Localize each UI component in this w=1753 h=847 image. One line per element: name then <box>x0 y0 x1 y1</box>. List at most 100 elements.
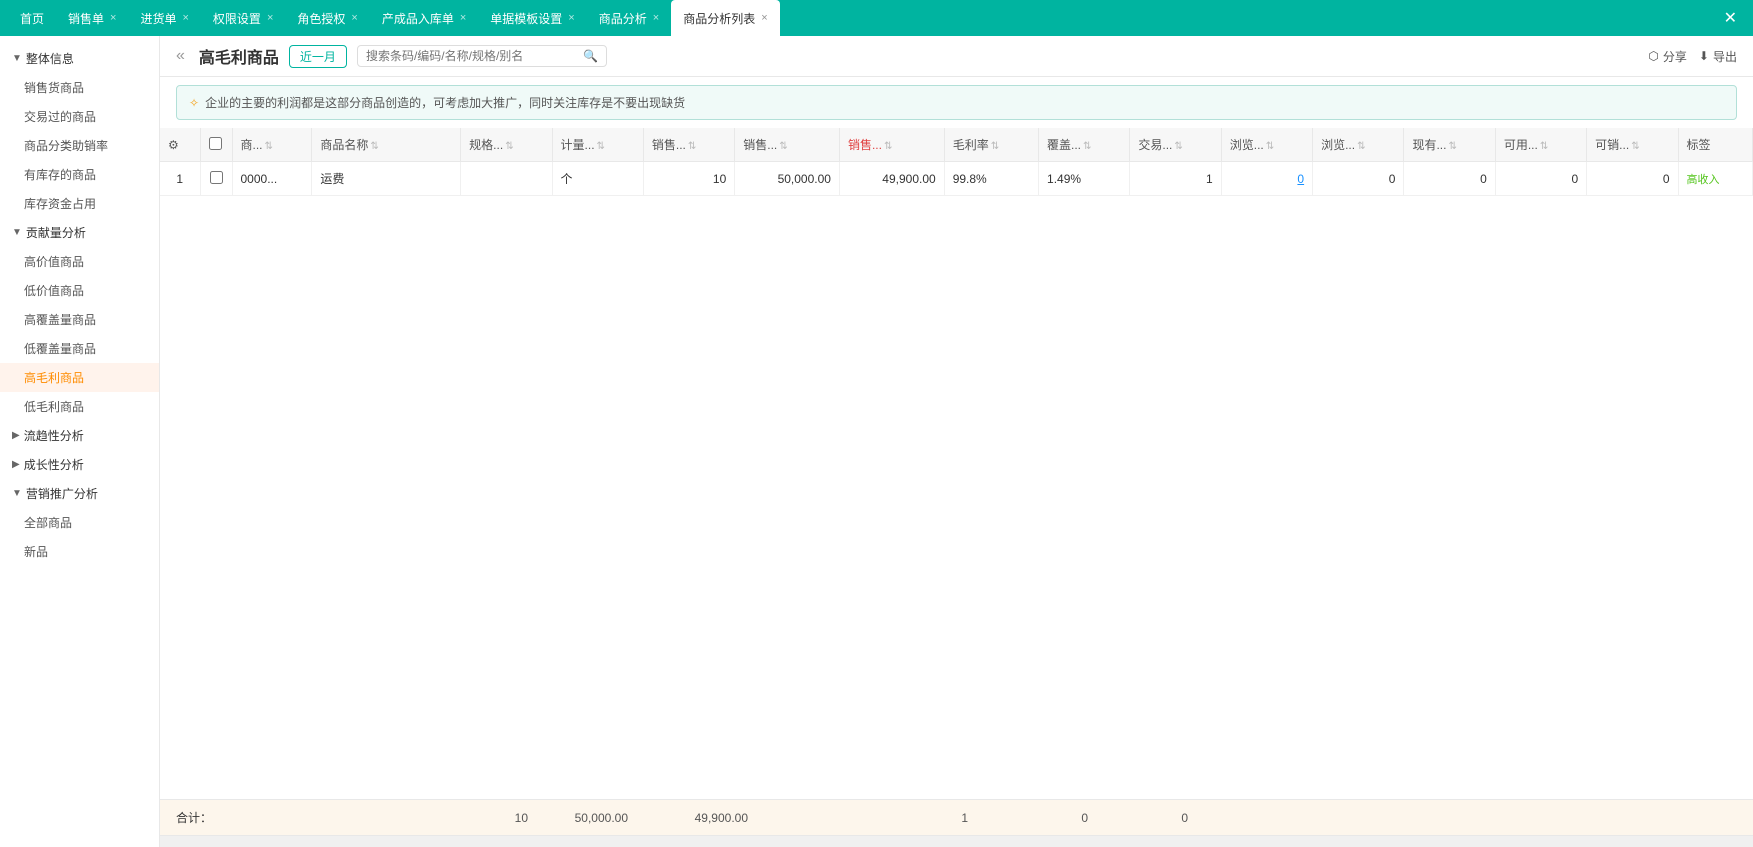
collapse-sidebar-button[interactable]: « <box>176 47 185 65</box>
sort-profit-icon[interactable]: ⇅ <box>884 141 892 152</box>
sidebar-item-category-rate[interactable]: 商品分类助销率 <box>0 131 159 160</box>
sidebar-group-contribution[interactable]: ▼ 贡献量分析 <box>0 218 159 247</box>
sort-tx-icon[interactable]: ⇅ <box>1174 141 1182 152</box>
sidebar-item-stocked-goods[interactable]: 有库存的商品 <box>0 160 159 189</box>
sort-views2-icon[interactable]: ⇅ <box>1357 141 1365 152</box>
cell-gross-margin: 99.8% <box>944 162 1038 196</box>
sidebar-item-low-coverage[interactable]: 低覆盖量商品 <box>0 334 159 363</box>
tab-inbound-close[interactable]: × <box>460 12 466 24</box>
table-wrapper[interactable]: ⚙ 商...⇅ 商品名称⇅ 规格...⇅ 计量...⇅ 销售...⇅ 销售...… <box>160 128 1753 799</box>
col-views2[interactable]: 浏览...⇅ <box>1313 128 1404 162</box>
sidebar-item-traded-goods[interactable]: 交易过的商品 <box>0 102 159 131</box>
sort-spec-icon[interactable]: ⇅ <box>505 141 513 152</box>
tab-purchase[interactable]: 进货单 × <box>128 0 200 36</box>
col-unit[interactable]: 计量...⇅ <box>552 128 643 162</box>
sort-views1-icon[interactable]: ⇅ <box>1266 141 1274 152</box>
col-views1[interactable]: 浏览...⇅ <box>1221 128 1312 162</box>
arrow-overall-icon: ▼ <box>12 53 22 64</box>
search-input[interactable] <box>366 49 583 63</box>
sidebar-group-trend[interactable]: ▶ 流趋性分析 <box>0 421 159 450</box>
export-button[interactable]: ⬇ 导出 <box>1699 48 1737 65</box>
tab-template-close[interactable]: × <box>568 12 574 24</box>
footer-available: 0 <box>1096 811 1196 825</box>
tab-sales[interactable]: 销售单 × <box>56 0 128 36</box>
sidebar-group-overall-label: 整体信息 <box>26 50 74 67</box>
tab-home-label: 首页 <box>20 10 44 27</box>
col-saleable[interactable]: 可销...⇅ <box>1587 128 1678 162</box>
cell-views1[interactable]: 0 <box>1221 162 1312 196</box>
top-navigation: 首页 销售单 × 进货单 × 权限设置 × 角色授权 × 产成品入库单 × 单据… <box>0 0 1753 36</box>
sort-code-icon[interactable]: ⇅ <box>265 141 273 152</box>
sidebar-item-high-value[interactable]: 高价值商品 <box>0 247 159 276</box>
share-label: 分享 <box>1663 48 1687 65</box>
sort-saleable-icon[interactable]: ⇅ <box>1631 141 1639 152</box>
header-actions: ⬡ 分享 ⬇ 导出 <box>1648 48 1737 65</box>
tab-role-label: 角色授权 <box>297 10 345 27</box>
tab-permission-close[interactable]: × <box>267 12 273 24</box>
sort-name-icon[interactable]: ⇅ <box>370 141 378 152</box>
tab-analysis-list[interactable]: 商品分析列表 × <box>671 0 779 36</box>
col-spec[interactable]: 规格...⇅ <box>461 128 552 162</box>
tab-purchase-close[interactable]: × <box>182 12 188 24</box>
sidebar-item-high-coverage[interactable]: 高覆盖量商品 <box>0 305 159 334</box>
tab-home[interactable]: 首页 <box>8 0 56 36</box>
cell-sales-qty: 10 <box>643 162 734 196</box>
export-icon: ⬇ <box>1699 49 1709 63</box>
cell-coverage: 1.49% <box>1039 162 1130 196</box>
sidebar-item-low-value[interactable]: 低价值商品 <box>0 276 159 305</box>
row-checkbox[interactable] <box>210 171 223 184</box>
sidebar-item-stock-fund[interactable]: 库存资金占用 <box>0 189 159 218</box>
sort-salesqty-icon[interactable]: ⇅ <box>688 141 696 152</box>
cell-checkbox <box>200 162 232 196</box>
col-sales-profit[interactable]: 销售...⇅ <box>839 128 944 162</box>
sidebar-group-marketing[interactable]: ▼ 营销推广分析 <box>0 479 159 508</box>
sort-salesamt-icon[interactable]: ⇅ <box>779 141 787 152</box>
col-current[interactable]: 现有...⇅ <box>1404 128 1495 162</box>
filter-period-button[interactable]: 近一月 <box>289 45 347 68</box>
tab-analysis[interactable]: 商品分析 × <box>587 0 671 36</box>
select-all-checkbox[interactable] <box>209 137 222 150</box>
col-available[interactable]: 可用...⇅ <box>1495 128 1586 162</box>
sidebar-item-new-goods[interactable]: 新品 <box>0 537 159 566</box>
tab-inbound[interactable]: 产成品入库单 × <box>370 0 478 36</box>
tab-template[interactable]: 单据模板设置 × <box>478 0 586 36</box>
sort-unit-icon[interactable]: ⇅ <box>597 141 605 152</box>
content-header: « 高毛利商品 近一月 🔍 ⬡ 分享 ⬇ 导出 <box>160 36 1753 77</box>
search-icon[interactable]: 🔍 <box>583 49 598 63</box>
tab-role-close[interactable]: × <box>351 12 357 24</box>
horizontal-scrollbar[interactable] <box>160 835 1753 847</box>
sidebar-group-growth-label: 成长性分析 <box>24 456 84 473</box>
tab-role[interactable]: 角色授权 × <box>285 0 369 36</box>
close-all-button[interactable]: ✕ <box>1716 8 1745 28</box>
sidebar-item-low-margin[interactable]: 低毛利商品 <box>0 392 159 421</box>
sort-margin-icon[interactable]: ⇅ <box>991 141 999 152</box>
arrow-marketing-icon: ▼ <box>12 488 22 499</box>
table-row[interactable]: 1 0000... 运费 个 10 50,000.00 49,900.00 99… <box>160 162 1753 196</box>
sort-available-icon[interactable]: ⇅ <box>1540 141 1548 152</box>
footer-sales-profit: 49,900.00 <box>636 811 756 825</box>
tab-analysis-list-close[interactable]: × <box>761 12 767 24</box>
sort-current-icon[interactable]: ⇅ <box>1448 141 1456 152</box>
col-name[interactable]: 商品名称⇅ <box>312 128 461 162</box>
tab-permission[interactable]: 权限设置 × <box>201 0 285 36</box>
sidebar-item-high-margin[interactable]: 高毛利商品 <box>0 363 159 392</box>
col-gross-margin[interactable]: 毛利率⇅ <box>944 128 1038 162</box>
tab-analysis-close[interactable]: × <box>653 12 659 24</box>
tab-sales-close[interactable]: × <box>110 12 116 24</box>
col-code[interactable]: 商...⇅ <box>232 128 312 162</box>
sidebar-group-overall[interactable]: ▼ 整体信息 <box>0 44 159 73</box>
sidebar-group-growth[interactable]: ▶ 成长性分析 <box>0 450 159 479</box>
col-transactions[interactable]: 交易...⇅ <box>1130 128 1221 162</box>
col-coverage[interactable]: 覆盖...⇅ <box>1039 128 1130 162</box>
sidebar-group-marketing-label: 营销推广分析 <box>26 485 98 502</box>
col-settings[interactable]: ⚙ <box>160 128 200 162</box>
col-sales-qty[interactable]: 销售...⇅ <box>643 128 734 162</box>
col-sales-amount[interactable]: 销售...⇅ <box>735 128 840 162</box>
share-button[interactable]: ⬡ 分享 <box>1648 48 1687 65</box>
cell-transactions: 1 <box>1130 162 1221 196</box>
sidebar-item-all-goods[interactable]: 全部商品 <box>0 508 159 537</box>
sort-coverage-icon[interactable]: ⇅ <box>1083 141 1091 152</box>
footer-sales-amount: 50,000.00 <box>536 811 636 825</box>
footer-sales-qty: 10 <box>236 811 536 825</box>
sidebar-item-sales-goods[interactable]: 销售货商品 <box>0 73 159 102</box>
